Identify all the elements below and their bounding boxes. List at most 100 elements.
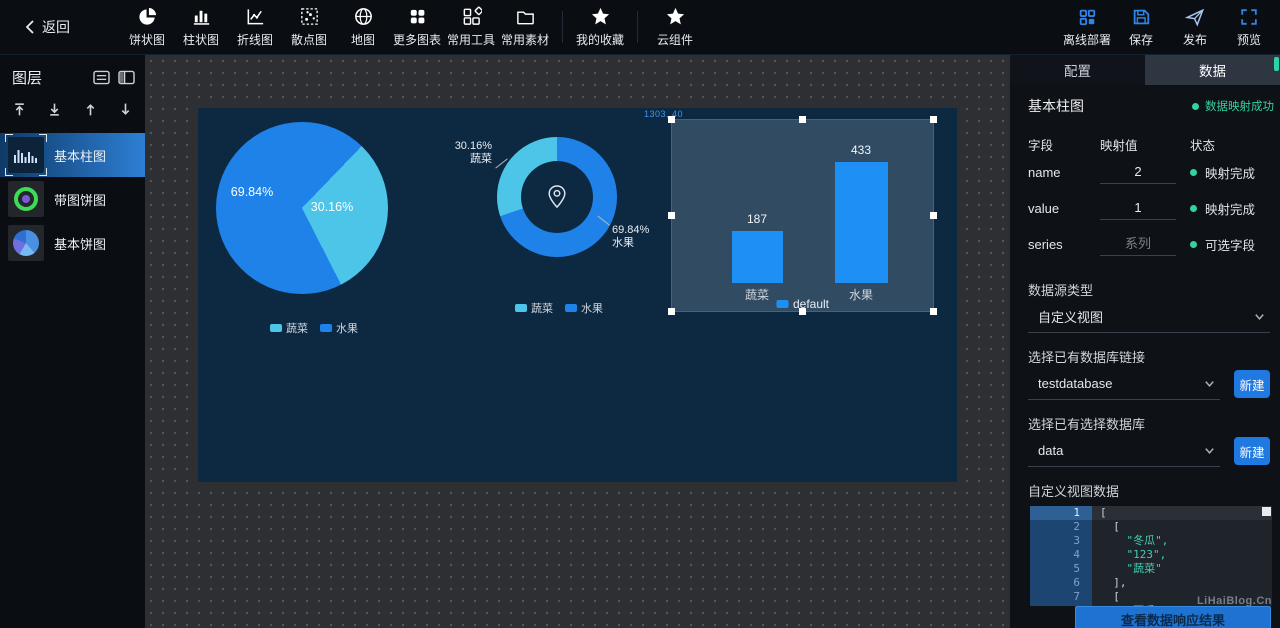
resize-handle-ne[interactable] (930, 116, 937, 123)
toolbar-item-label: 常用工具 (446, 33, 495, 47)
publish-button[interactable]: 发布 (1168, 7, 1222, 48)
resize-handle-nw[interactable] (668, 116, 675, 123)
design-canvas[interactable]: 69.84% 30.16% 蔬菜 水果 30.16% 蔬菜 69.84% 水果 (145, 55, 1010, 628)
chevron-down-icon (1205, 448, 1214, 454)
chevron-down-icon (1205, 381, 1214, 387)
dashboard-board[interactable]: 69.84% 30.16% 蔬菜 水果 30.16% 蔬菜 69.84% 水果 (198, 108, 957, 482)
layer-item-image-pie[interactable]: 带图饼图 (0, 177, 145, 221)
mapping-value-input[interactable] (1100, 196, 1176, 220)
toolbar-item-more-charts[interactable]: 更多图表 (390, 6, 444, 48)
toolbar-item-cloud-components[interactable]: 云组件 (648, 6, 702, 48)
panel-tabs: 配置 数据 (1010, 55, 1280, 85)
toolbar-item-bar[interactable]: 柱状图 (174, 6, 228, 48)
save-button[interactable]: 保存 (1114, 7, 1168, 48)
mapping-row-status: 映射完成 (1190, 163, 1255, 182)
publish-icon (1185, 7, 1205, 27)
pie-chart-icon (137, 6, 158, 27)
code-line: 5 "蔬菜" (1030, 562, 1272, 576)
chevron-down-icon (1255, 314, 1264, 320)
donut-label-vegetable: 30.16% 蔬菜 (454, 140, 492, 165)
resize-handle-se[interactable] (930, 308, 937, 315)
pie-slice-label: 69.84% (230, 185, 274, 199)
layer-thumbnail-ring (8, 181, 44, 217)
resize-handle-w[interactable] (668, 212, 675, 219)
bar-chart-widget-selected[interactable]: 1303, 40 187 433 蔬菜 水果 default (644, 109, 937, 315)
status-dot (1192, 102, 1199, 110)
move-to-bottom-icon[interactable] (47, 102, 62, 117)
legend-item[interactable]: 蔬菜 (515, 300, 553, 316)
back-button[interactable]: 返回 (24, 17, 120, 37)
action-label: 保存 (1128, 33, 1153, 47)
toolbar-item-line[interactable]: 折线图 (228, 6, 282, 48)
custom-view-data-label: 自定义视图数据 (1028, 484, 1120, 499)
pie-legend: 蔬菜 水果 (270, 320, 358, 336)
move-down-icon[interactable] (118, 102, 133, 117)
toolbar-item-assets[interactable]: 常用素材 (498, 6, 552, 48)
resize-handle-n[interactable] (799, 116, 806, 123)
new-db-button[interactable]: 新建 (1234, 437, 1270, 465)
toolbar-item-favorites[interactable]: 我的收藏 (573, 6, 627, 48)
toolbar-item-map[interactable]: 地图 (336, 6, 390, 48)
donut-label-fruit: 69.84% 水果 (612, 224, 650, 249)
tab-data[interactable]: 数据 (1145, 55, 1280, 85)
mapping-row-status: 可选字段 (1190, 235, 1255, 254)
layer-item-basic-bar[interactable]: 基本柱图 (0, 133, 145, 177)
db-link-select[interactable]: testdatabase (1028, 368, 1220, 400)
assets-folder-icon (515, 6, 536, 27)
new-db-link-button[interactable]: 新建 (1234, 370, 1270, 398)
bar-value-label: 187 (746, 212, 768, 226)
toolbar-item-label: 更多图表 (392, 33, 441, 47)
tools-icon (461, 6, 482, 27)
bar-chart-icon (191, 6, 212, 27)
layer-order-toolbar (0, 96, 145, 127)
mapping-value-input[interactable] (1100, 232, 1176, 256)
datasource-type-label: 数据源类型 (1028, 283, 1094, 298)
mapping-status: 数据映射成功 (1192, 98, 1274, 114)
legend-item[interactable]: 蔬菜 (270, 320, 308, 336)
field-name: value (1028, 200, 1060, 216)
layer-item-label: 基本柱图 (54, 148, 107, 164)
bar-category-label: 水果 (848, 288, 874, 302)
field-name: series (1028, 236, 1063, 252)
db-select[interactable]: data (1028, 435, 1220, 467)
component-title: 基本柱图 (1028, 98, 1084, 114)
mapping-value-input[interactable] (1100, 160, 1176, 184)
preview-button[interactable]: 预览 (1222, 7, 1276, 48)
toolbar-item-label: 散点图 (290, 33, 327, 47)
code-editor[interactable]: 1[ 2 [ 3 "冬瓜", 4 "123", 5 "蔬菜" 6 ], 7 [ … (1030, 506, 1272, 606)
offline-deploy-button[interactable]: 离线部署 (1060, 7, 1114, 48)
pie-chart (216, 122, 388, 294)
layer-item-basic-pie[interactable]: 基本饼图 (0, 221, 145, 265)
resize-handle-e[interactable] (930, 212, 937, 219)
list-view-icon[interactable] (93, 70, 110, 85)
resize-handle-s[interactable] (799, 308, 806, 315)
legend-item[interactable]: 水果 (565, 300, 603, 316)
bar-value-label: 433 (850, 143, 872, 157)
resize-handle-sw[interactable] (668, 308, 675, 315)
move-up-icon[interactable] (83, 102, 98, 117)
datasource-type-select[interactable]: 自定义视图 (1028, 301, 1270, 333)
layer-item-label: 带图饼图 (54, 192, 107, 208)
code-line: 3 "冬瓜", (1030, 534, 1272, 548)
code-line: 6 ], (1030, 576, 1272, 590)
toolbar-item-label: 柱状图 (182, 33, 219, 47)
toolbar-item-tools[interactable]: 常用工具 (444, 6, 498, 48)
panel-layout-icon[interactable] (118, 70, 135, 85)
legend-item[interactable]: 水果 (320, 320, 358, 336)
toolbar-item-label: 云组件 (656, 33, 693, 47)
move-to-top-icon[interactable] (12, 102, 27, 117)
toolbar-item-label: 折线图 (236, 33, 273, 47)
tab-config[interactable]: 配置 (1010, 55, 1145, 85)
toolbar-separator (637, 11, 638, 43)
toolbar-item-pie[interactable]: 饼状图 (120, 6, 174, 48)
editor-scrollbar-thumb[interactable] (1262, 507, 1271, 516)
toolbar-item-label: 我的收藏 (575, 33, 624, 47)
layer-item-label: 基本饼图 (54, 236, 107, 252)
mapping-row-series: series 可选字段 (1028, 226, 1270, 262)
topbar: 返回 饼状图 柱状图 折线图 散点图 地图 更多图表 常用工具 常用素材 我的收… (0, 0, 1280, 55)
bar-category-label: 蔬菜 (744, 288, 770, 302)
toolbar-item-scatter[interactable]: 散点图 (282, 6, 336, 48)
action-label: 发布 (1182, 33, 1207, 47)
view-data-response-button[interactable]: 查看数据响应结果 (1075, 606, 1271, 628)
panel-scrollbar-thumb[interactable] (1274, 57, 1279, 71)
